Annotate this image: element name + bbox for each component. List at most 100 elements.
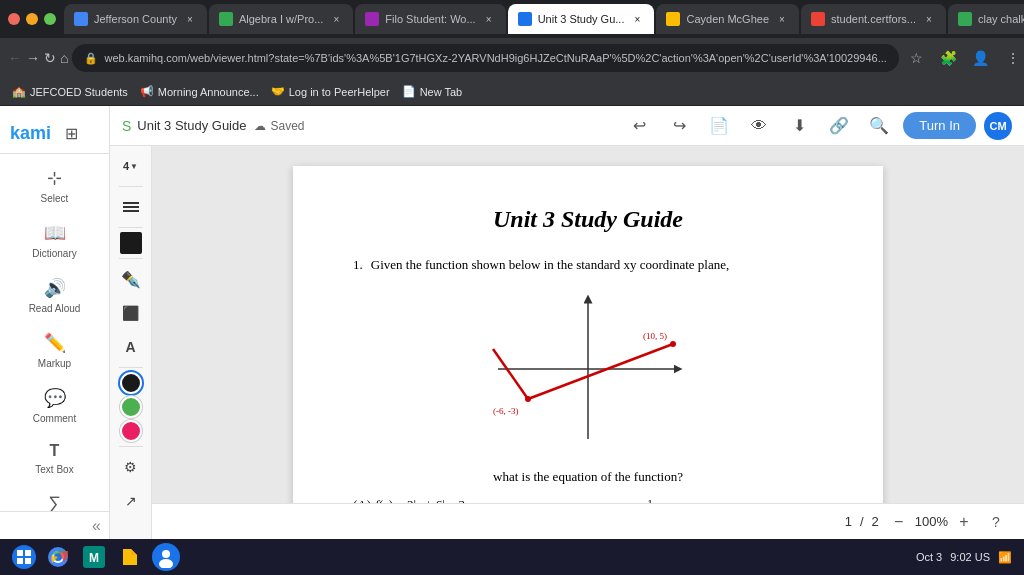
size-value: 4 [123, 160, 129, 172]
help-button[interactable]: ? [984, 510, 1008, 534]
bookmark-newtab[interactable]: 📄 New Tab [402, 85, 463, 98]
zoom-controls: − 100% + [887, 510, 976, 534]
color-green-swatch[interactable] [120, 396, 142, 418]
turn-in-button[interactable]: Turn In [903, 112, 976, 139]
line-icon [123, 202, 139, 204]
tab-cayden[interactable]: Cayden McGhee × [656, 4, 799, 34]
close-window-btn[interactable] [8, 13, 20, 25]
doc-title-text: Unit 3 Study Guide [137, 118, 246, 133]
color-pink-swatch[interactable] [120, 420, 142, 442]
pdf-viewer[interactable]: Unit 3 Study Guide 1. Given the function… [152, 146, 1024, 503]
pen-tool-button[interactable]: ✒️ [115, 263, 147, 295]
tab-unit3-study[interactable]: Unit 3 Study Gu... × [508, 4, 655, 34]
line-style-button[interactable] [115, 191, 147, 223]
bookmark-star-icon[interactable]: ☆ [903, 44, 931, 72]
sidebar-item-comment[interactable]: 💬 Comment [6, 379, 103, 432]
tab-favicon [74, 12, 88, 26]
share-button[interactable]: 🔗 [823, 110, 855, 142]
text-draw-button[interactable]: A [115, 331, 147, 363]
tab-label: Unit 3 Study Gu... [538, 13, 625, 25]
search-button[interactable]: 🔍 [863, 110, 895, 142]
tab-filo[interactable]: Filo Student: Wo... × [355, 4, 505, 34]
tab-close-icon[interactable]: × [482, 12, 496, 26]
line-icon [123, 210, 139, 212]
grid-menu-button[interactable]: ⊞ [59, 122, 83, 146]
svg-point-10 [162, 550, 170, 558]
tab-jefferson-county[interactable]: Jefferson County × [64, 4, 207, 34]
avatar[interactable]: CM [984, 112, 1012, 140]
chrome-taskbar-icon[interactable] [44, 543, 72, 571]
zoom-in-button[interactable]: + [952, 510, 976, 534]
draw-settings-button[interactable]: ⚙ [115, 451, 147, 483]
page-separator: / [860, 514, 864, 529]
tab-close-icon[interactable]: × [183, 12, 197, 26]
maximize-window-btn[interactable] [44, 13, 56, 25]
right-point [670, 341, 676, 347]
zoom-level: 100% [915, 514, 948, 529]
question-number: 1. Given the function shown below in the… [353, 257, 823, 273]
document-button[interactable]: 📄 [703, 110, 735, 142]
choice-b-text: f(x) = 12|x + 6| − 3 [613, 497, 706, 503]
taskbar-date: Oct 3 [916, 551, 942, 563]
point-10-5-label: (10, 5) [643, 331, 667, 341]
lock-icon: 🔒 [84, 52, 98, 65]
sidebar-item-label: Read Aloud [29, 303, 81, 314]
minimize-window-btn[interactable] [26, 13, 38, 25]
choice-a-label: (A) [353, 497, 371, 503]
zoom-out-button[interactable]: − [887, 510, 911, 534]
tab-favicon [958, 12, 972, 26]
home-button[interactable]: ⌂ [60, 44, 68, 72]
sidebar-item-equation[interactable]: ∑ Equation [6, 485, 103, 511]
tab-close-icon[interactable]: × [775, 12, 789, 26]
more-options-button[interactable]: ⋮ [999, 44, 1024, 72]
tab-label: Cayden McGhee [686, 13, 769, 25]
tab-certfors[interactable]: student.certfors... × [801, 4, 946, 34]
sub-question: what is the equation of the function? [353, 469, 823, 485]
download-button[interactable]: ⬇ [783, 110, 815, 142]
extensions-button[interactable]: 🧩 [935, 44, 963, 72]
tab-close-icon[interactable]: × [630, 12, 644, 26]
markup-icon: ✏️ [44, 332, 66, 354]
profile-button[interactable]: 👤 [967, 44, 995, 72]
sidebar-item-read-aloud[interactable]: 🔊 Read Aloud [6, 269, 103, 322]
user-taskbar-icon[interactable] [152, 543, 180, 571]
redo-button[interactable]: ↪ [663, 110, 695, 142]
sidebar-item-textbox[interactable]: T Text Box [6, 434, 103, 483]
start-button[interactable] [12, 545, 36, 569]
files-taskbar-icon[interactable] [116, 543, 144, 571]
bookmark-peerhelper[interactable]: 🤝 Log in to PeerHelper [271, 85, 390, 98]
color-preview[interactable] [120, 232, 142, 254]
main-content: Unit 3 Study Guide 1. Given the function… [152, 146, 1024, 539]
draw-share-button[interactable]: ↗ [115, 485, 147, 517]
eye-button[interactable]: 👁 [743, 110, 775, 142]
reload-button[interactable]: ↻ [44, 44, 56, 72]
draw-size-selector[interactable]: 4 ▼ [115, 150, 147, 182]
choice-a-text: f(x) = 2|x + 6| − 3 [375, 497, 465, 503]
forward-button[interactable]: → [26, 44, 40, 72]
color-black-swatch[interactable] [120, 372, 142, 394]
sidebar-tools: ⊹ Select 📖 Dictionary 🔊 Read Aloud ✏️ Ma… [0, 154, 109, 511]
collapse-sidebar-button[interactable]: « [0, 511, 109, 539]
address-bar[interactable]: 🔒 web.kamihq.com/web/viewer.html?state=%… [72, 44, 898, 72]
tab-clay[interactable]: clay chalkville hi... × [948, 4, 1024, 34]
sidebar-item-dictionary[interactable]: 📖 Dictionary [6, 214, 103, 267]
select-icon: ⊹ [47, 167, 62, 189]
sidebar-item-markup[interactable]: ✏️ Markup [6, 324, 103, 377]
undo-button[interactable]: ↩ [623, 110, 655, 142]
sidebar-item-select[interactable]: ⊹ Select [6, 159, 103, 212]
chevron-down-icon: ▼ [130, 162, 138, 171]
tab-favicon [811, 12, 825, 26]
meet-taskbar-icon[interactable]: M [80, 543, 108, 571]
taskbar: M Oct 3 9:02 US 📶 [0, 539, 1024, 575]
doc-type-icon: S [122, 118, 131, 134]
highlighter-button[interactable]: ⬛ [115, 297, 147, 329]
sidebar-item-label: Dictionary [32, 248, 76, 259]
tab-close-icon[interactable]: × [922, 12, 936, 26]
question-block: 1. Given the function shown below in the… [353, 257, 823, 503]
bookmark-jefcoed[interactable]: 🏫 JEFCOED Students [12, 85, 128, 98]
bookmark-morning[interactable]: 📢 Morning Announce... [140, 85, 259, 98]
tab-close-icon[interactable]: × [329, 12, 343, 26]
taskbar-left: M [12, 543, 180, 571]
tab-algebra[interactable]: Algebra I w/Pro... × [209, 4, 353, 34]
back-button[interactable]: ← [8, 44, 22, 72]
